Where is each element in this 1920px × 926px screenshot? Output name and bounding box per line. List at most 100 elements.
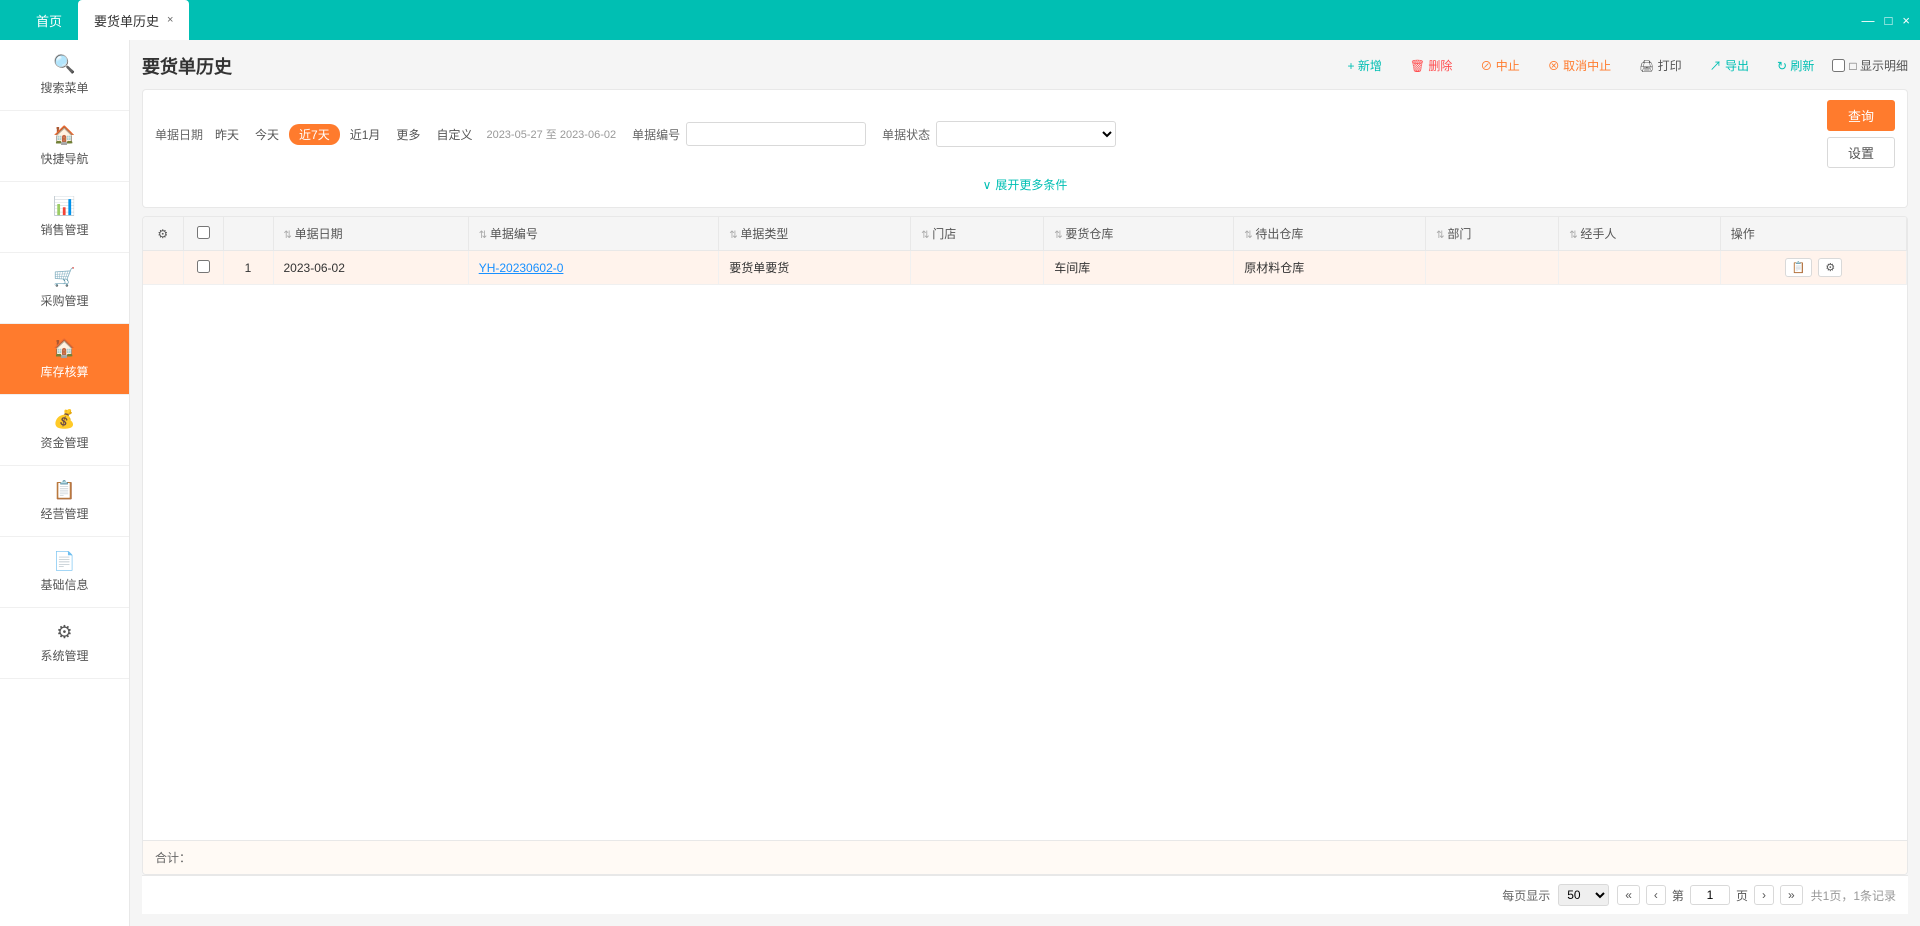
row-actions: 📋 ⚙ — [1720, 251, 1906, 285]
tab-home[interactable]: 首页 — [20, 0, 78, 40]
sidebar-item-search-menu[interactable]: 🔍 搜索菜单 — [0, 40, 129, 111]
select-all-checkbox[interactable] — [197, 226, 210, 239]
expand-more-btn[interactable]: ∨ 展开更多条件 — [155, 172, 1895, 197]
search-menu-icon: 🔍 — [53, 54, 75, 75]
col-doc-date[interactable]: 单据日期 — [273, 217, 468, 251]
layout: 🔍 搜索菜单 🏠 快捷导航 📊 销售管理 🛒 采购管理 🏠 库存核算 💰 资金管… — [0, 40, 1920, 926]
doc-no-label: 单据编号 — [632, 126, 680, 143]
first-page-btn[interactable]: « — [1617, 885, 1640, 905]
col-handler[interactable]: 经手人 — [1559, 217, 1721, 251]
filter-row: 单据日期 昨天 今天 近7天 近1月 更多 自定义 2023-05-27 至 2… — [155, 100, 1895, 168]
total-info: 共1页，1条记录 — [1811, 887, 1896, 904]
cancel-button[interactable]: ⊗ 取消中止 — [1538, 52, 1621, 79]
sidebar-item-quick-nav[interactable]: 🏠 快捷导航 — [0, 111, 129, 182]
print-button[interactable]: 🖨 打印 — [1629, 52, 1692, 79]
toolbar: + 新增 🗑 删除 ⊘ 中止 ⊗ 取消中止 🖨 打印 ↗ 导出 ↻ 刷新 □ 显… — [1337, 52, 1908, 79]
sales-mgmt-icon: 📊 — [53, 196, 75, 217]
shortcut-today[interactable]: 今天 — [249, 124, 285, 145]
doc-status-filter-group: 单据状态 — [882, 121, 1116, 147]
query-button[interactable]: 查询 — [1827, 100, 1895, 131]
page-label: 第 — [1672, 887, 1684, 904]
quick-nav-icon: 🏠 — [53, 125, 75, 146]
shortcut-yesterday[interactable]: 昨天 — [209, 124, 245, 145]
shortcut-7days[interactable]: 近7天 — [289, 124, 340, 145]
sidebar-item-inventory[interactable]: 🏠 库存核算 — [0, 324, 129, 395]
col-num — [223, 217, 273, 251]
row-store — [911, 251, 1044, 285]
table-container: ⚙ 单据日期 单据编号 单据类型 门店 要货仓库 待出仓库 部门 — [142, 216, 1908, 875]
sidebar-item-system-mgmt[interactable]: ⚙ 系统管理 — [0, 608, 129, 679]
filter-action-buttons: 查询 设置 — [1827, 100, 1895, 168]
date-shortcuts: 昨天 今天 近7天 近1月 更多 自定义 — [209, 124, 478, 145]
restore-btn[interactable]: □ — [1885, 13, 1893, 28]
row-settings-icon[interactable] — [143, 251, 183, 285]
basic-info-icon: 📄 — [53, 551, 75, 572]
purchase-mgmt-icon: 🛒 — [53, 267, 75, 288]
table-row: 1 2023-06-02 YH-20230602-0 要货单要货 车间库 原材料… — [143, 251, 1907, 285]
close-tab-icon[interactable]: × — [167, 14, 173, 26]
close-btn[interactable]: × — [1902, 13, 1910, 28]
table-body: 1 2023-06-02 YH-20230602-0 要货单要货 车间库 原材料… — [143, 251, 1907, 285]
shortcut-custom[interactable]: 自定义 — [430, 124, 478, 145]
col-actions: 操作 — [1720, 217, 1906, 251]
row-checkbox[interactable] — [197, 260, 210, 273]
row-handler — [1559, 251, 1721, 285]
setting-button[interactable]: 设置 — [1827, 137, 1895, 168]
row-copy-btn[interactable]: 📋 — [1785, 258, 1813, 277]
sidebar-item-sales-mgmt[interactable]: 📊 销售管理 — [0, 182, 129, 253]
row-settings-btn[interactable]: ⚙ — [1818, 258, 1842, 277]
delete-button[interactable]: 🗑 删除 — [1400, 52, 1463, 79]
doc-no-filter-group: 单据编号 — [632, 122, 866, 146]
display-detail-checkbox[interactable]: □ 显示明细 — [1832, 57, 1908, 74]
current-page-input[interactable] — [1690, 885, 1730, 905]
row-doc-no[interactable]: YH-20230602-0 — [468, 251, 719, 285]
row-checkbox-cell[interactable] — [183, 251, 223, 285]
minimize-btn[interactable]: — — [1862, 13, 1875, 28]
doc-no-input[interactable] — [686, 122, 866, 146]
tab-list: 首页 要货单历史 × — [20, 0, 189, 40]
date-range-display: 2023-05-27 至 2023-06-02 — [486, 126, 616, 142]
col-store[interactable]: 门店 — [911, 217, 1044, 251]
table-header: ⚙ 单据日期 单据编号 单据类型 门店 要货仓库 待出仓库 部门 — [143, 217, 1907, 251]
top-bar: 首页 要货单历史 × — □ × — [0, 0, 1920, 40]
filter-area: 单据日期 昨天 今天 近7天 近1月 更多 自定义 2023-05-27 至 2… — [142, 89, 1908, 208]
page-unit: 页 — [1736, 887, 1748, 904]
doc-status-label: 单据状态 — [882, 126, 930, 143]
sidebar: 🔍 搜索菜单 🏠 快捷导航 📊 销售管理 🛒 采购管理 🏠 库存核算 💰 资金管… — [0, 40, 130, 926]
system-mgmt-icon: ⚙ — [56, 622, 72, 643]
next-page-btn[interactable]: › — [1754, 885, 1774, 905]
shortcut-more[interactable]: 更多 — [390, 124, 426, 145]
col-pending-warehouse[interactable]: 待出仓库 — [1234, 217, 1426, 251]
shortcut-1month[interactable]: 近1月 — [344, 124, 387, 145]
date-filter-group: 单据日期 昨天 今天 近7天 近1月 更多 自定义 2023-05-27 至 2… — [155, 124, 616, 145]
col-doc-type[interactable]: 单据类型 — [719, 217, 911, 251]
page-title: 要货单历史 — [142, 53, 1337, 79]
operations-mgmt-icon: 📋 — [53, 480, 75, 501]
data-table: ⚙ 单据日期 单据编号 单据类型 门店 要货仓库 待出仓库 部门 — [143, 217, 1907, 285]
doc-status-select[interactable] — [936, 121, 1116, 147]
col-department[interactable]: 部门 — [1426, 217, 1559, 251]
col-doc-no[interactable]: 单据编号 — [468, 217, 719, 251]
sidebar-item-finance-mgmt[interactable]: 💰 资金管理 — [0, 395, 129, 466]
tab-active[interactable]: 要货单历史 × — [78, 0, 189, 40]
page-nav: « ‹ 第 页 › » — [1617, 885, 1802, 905]
last-page-btn[interactable]: » — [1780, 885, 1803, 905]
page-header: 要货单历史 + 新增 🗑 删除 ⊘ 中止 ⊗ 取消中止 🖨 打印 ↗ 导出 ↻ … — [142, 52, 1908, 79]
new-button[interactable]: + 新增 — [1337, 52, 1391, 79]
row-doc-type: 要货单要货 — [719, 251, 911, 285]
stop-button[interactable]: ⊘ 中止 — [1470, 52, 1529, 79]
row-pending-warehouse: 原材料仓库 — [1234, 251, 1426, 285]
col-checkbox — [183, 217, 223, 251]
display-detail-input[interactable] — [1832, 59, 1845, 72]
col-req-warehouse[interactable]: 要货仓库 — [1044, 217, 1234, 251]
refresh-button[interactable]: ↻ 刷新 — [1767, 52, 1824, 79]
prev-page-btn[interactable]: ‹ — [1646, 885, 1666, 905]
export-button[interactable]: ↗ 导出 — [1700, 52, 1759, 79]
sidebar-item-operations-mgmt[interactable]: 📋 经营管理 — [0, 466, 129, 537]
table-scroll: ⚙ 单据日期 单据编号 单据类型 门店 要货仓库 待出仓库 部门 — [143, 217, 1907, 840]
row-num: 1 — [223, 251, 273, 285]
row-doc-date: 2023-06-02 — [273, 251, 468, 285]
sidebar-item-basic-info[interactable]: 📄 基础信息 — [0, 537, 129, 608]
page-size-select[interactable]: 50 20 100 — [1558, 884, 1609, 906]
sidebar-item-purchase-mgmt[interactable]: 🛒 采购管理 — [0, 253, 129, 324]
